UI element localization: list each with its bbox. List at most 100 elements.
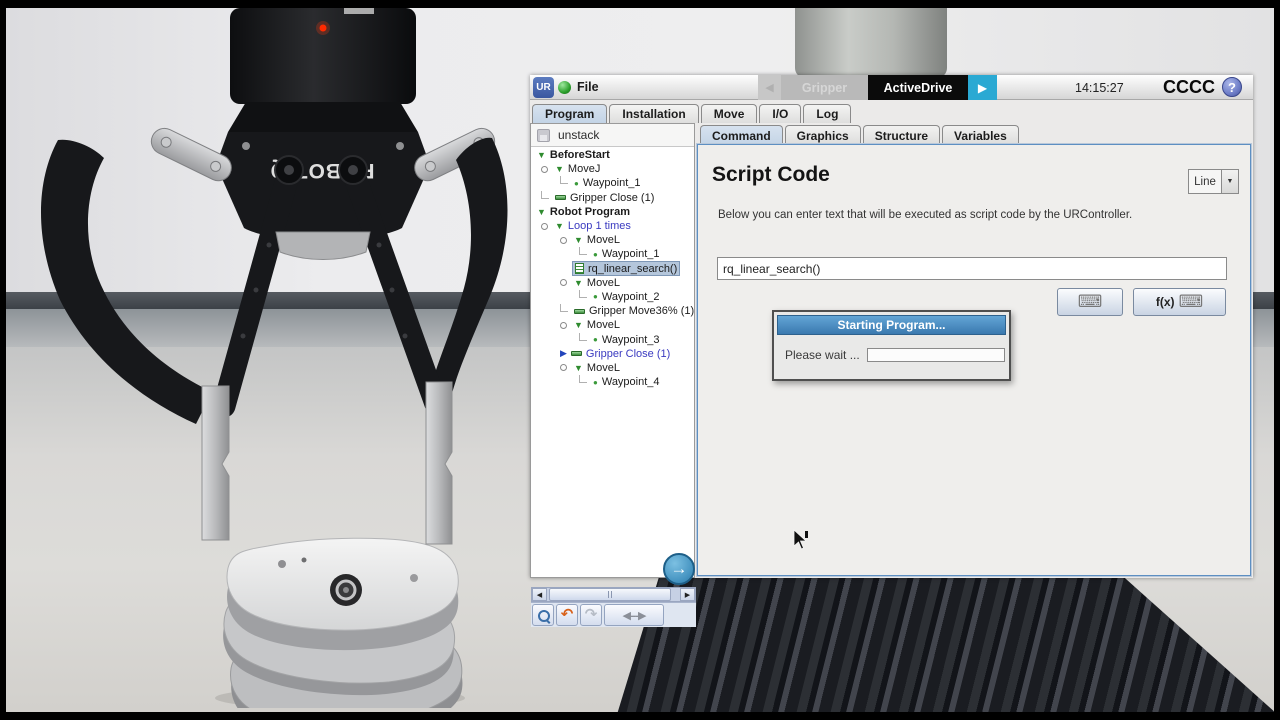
- step-button[interactable]: ◀---▶: [604, 604, 664, 626]
- tree-item-label: Loop 1 times: [567, 220, 631, 233]
- command-subtabs: Command Graphics Structure Variables: [700, 125, 1019, 145]
- tab-command[interactable]: Command: [700, 125, 783, 145]
- tab-graphics[interactable]: Graphics: [784, 125, 861, 145]
- tree-item-label: MoveJ: [567, 163, 601, 176]
- redo-button[interactable]: ↷: [580, 604, 602, 626]
- scroll-right-icon[interactable]: ▶: [680, 588, 695, 601]
- tree-item[interactable]: Gripper Move36% (1): [531, 304, 694, 318]
- tree-item[interactable]: ● Waypoint_1: [531, 176, 694, 190]
- tree-expand-handle[interactable]: [560, 279, 567, 287]
- gripper-icon: [555, 195, 566, 201]
- dialog-title: Starting Program...: [777, 315, 1006, 335]
- undo-button[interactable]: ↶: [556, 604, 578, 626]
- ur-logo-icon[interactable]: UR: [533, 77, 554, 98]
- node-icon: ▼: [537, 150, 546, 161]
- tab-installation[interactable]: Installation: [609, 104, 699, 123]
- tree-item-label: rq_linear_search(): [588, 262, 678, 275]
- keyboard-button[interactable]: ⌨: [1057, 288, 1123, 316]
- script-code-input[interactable]: rq_linear_search(): [717, 257, 1227, 280]
- tab-program[interactable]: Program: [532, 104, 608, 123]
- save-icon: [537, 128, 550, 142]
- top-bar: UR File ◀ Gripper ActiveDrive ▶ 14:15:27…: [530, 75, 1253, 100]
- scroll-left-icon[interactable]: ◀: [532, 588, 547, 601]
- brand-logo: CCCC: [1163, 77, 1215, 97]
- next-step-button[interactable]: →: [663, 553, 695, 585]
- tree-connector: [579, 332, 587, 341]
- tree-expand-handle[interactable]: [560, 321, 567, 329]
- waypoint-icon: ●: [593, 335, 598, 345]
- keyboard-icon: ⌨: [1178, 292, 1204, 311]
- tab-log[interactable]: Log: [803, 104, 852, 123]
- main-tabs: Program Installation Move I/O Log: [532, 104, 852, 123]
- tree-item[interactable]: ▼ BeforeStart: [531, 148, 694, 162]
- tree-expand-handle[interactable]: [560, 236, 567, 244]
- node-icon: ▼: [574, 235, 583, 246]
- waypoint-icon: ●: [593, 292, 598, 302]
- line-selector[interactable]: Line ▼: [1188, 169, 1239, 194]
- tree-toolbar: ↶ ↷ ◀---▶: [531, 602, 696, 627]
- chevron-down-icon[interactable]: ▼: [1222, 169, 1239, 194]
- help-icon[interactable]: ?: [1222, 77, 1242, 97]
- tree-item-label: Gripper Move36% (1): [589, 305, 694, 318]
- gripper-button[interactable]: Gripper: [781, 75, 868, 100]
- tree-item[interactable]: Gripper Close (1): [531, 190, 694, 205]
- node-icon: ▼: [574, 320, 583, 331]
- line-selector-value[interactable]: Line: [1188, 169, 1222, 194]
- tree-expand-handle[interactable]: [541, 165, 548, 173]
- tree-item-label: MoveL: [586, 361, 620, 374]
- tab-structure[interactable]: Structure: [862, 125, 941, 145]
- program-name: unstack: [558, 128, 600, 142]
- tree-item-label: Waypoint_1: [582, 177, 641, 190]
- tree-connector: [560, 176, 568, 185]
- forward-arrow-icon[interactable]: ▶: [968, 75, 997, 100]
- scrollbar-thumb[interactable]: [549, 588, 671, 601]
- expression-keyboard-button[interactable]: f(x) ⌨: [1133, 288, 1226, 316]
- tree-horizontal-scrollbar[interactable]: ◀ ▶: [531, 587, 696, 602]
- waypoint-icon: ●: [574, 178, 579, 188]
- tree-item-label: MoveL: [586, 234, 620, 247]
- tree-connector: [541, 190, 549, 199]
- tab-variables[interactable]: Variables: [942, 125, 1019, 145]
- mouse-cursor: [793, 529, 808, 550]
- tree-item[interactable]: ● Waypoint_2: [531, 289, 694, 304]
- tree-item-label: Robot Program: [549, 205, 630, 218]
- tree-item[interactable]: ▼ Robot Program: [531, 205, 694, 219]
- tree-item[interactable]: ▶ Gripper Close (1): [531, 347, 694, 361]
- tree-item[interactable]: ▼ MoveL: [531, 233, 694, 247]
- screen: ROBOTIQ UR File ◀ Gripper ActiveDrive ▶ …: [0, 0, 1280, 720]
- keyboard-icon: ⌨: [1077, 292, 1103, 311]
- tree-item[interactable]: ▼ MoveL: [531, 318, 694, 332]
- search-button[interactable]: [532, 604, 554, 626]
- tree-item[interactable]: ▼ MoveL: [531, 276, 694, 290]
- tree-item-label: Gripper Close (1): [585, 347, 671, 360]
- robot-gripper-image: ROBOTIQ: [41, 8, 508, 708]
- execution-pointer-icon: ▶: [560, 348, 567, 359]
- undo-icon: ↶: [560, 606, 574, 623]
- tree-connector: [579, 247, 587, 256]
- tree-item[interactable]: ● Waypoint_1: [531, 247, 694, 261]
- script-description: Below you can enter text that will be ex…: [718, 209, 1133, 221]
- tree-item[interactable]: ● Waypoint_4: [531, 375, 694, 389]
- program-header: unstack: [531, 124, 694, 147]
- file-menu[interactable]: File: [577, 80, 599, 94]
- tree-expand-handle[interactable]: [560, 364, 567, 372]
- tree-item[interactable]: rq_linear_search(): [531, 261, 694, 277]
- starting-program-dialog: Starting Program... Please wait ...: [772, 310, 1011, 381]
- tree-item[interactable]: ▼ MoveJ: [531, 162, 694, 176]
- gripper-icon: [570, 351, 582, 357]
- activedrive-button[interactable]: ActiveDrive: [868, 75, 968, 100]
- tree-item-label: Waypoint_1: [601, 248, 660, 261]
- tree-item[interactable]: ● Waypoint_3: [531, 332, 694, 346]
- page-title: Script Code: [712, 163, 830, 186]
- tree-connector: [560, 304, 568, 313]
- tab-move[interactable]: Move: [700, 104, 758, 123]
- progress-bar: [867, 348, 1005, 362]
- gripper-icon: [574, 308, 585, 314]
- step-icon: ◀---▶: [622, 609, 647, 622]
- tree-expand-handle[interactable]: [541, 222, 548, 230]
- back-arrow-icon[interactable]: ◀: [758, 75, 781, 100]
- script-icon: [575, 263, 584, 275]
- tree-item[interactable]: ▼ MoveL: [531, 361, 694, 375]
- tab-io[interactable]: I/O: [759, 104, 802, 123]
- tree-item[interactable]: ▼ Loop 1 times: [531, 219, 694, 233]
